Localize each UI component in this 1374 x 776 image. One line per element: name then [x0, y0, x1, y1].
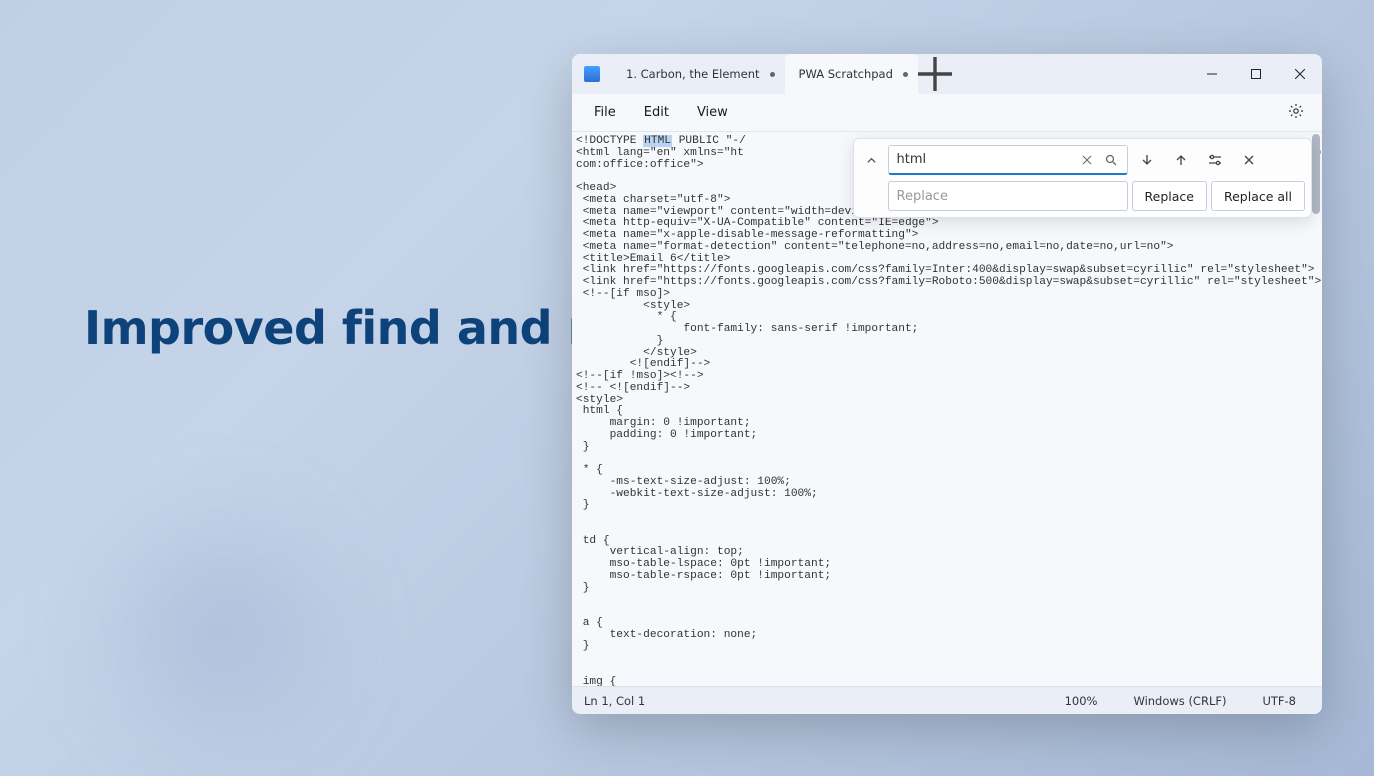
search-value: html: [897, 152, 1075, 167]
close-button[interactable]: [1278, 54, 1322, 94]
toggle-replace-icon[interactable]: [860, 145, 884, 175]
zoom-level[interactable]: 100%: [1047, 694, 1116, 708]
replace-input[interactable]: Replace: [888, 181, 1128, 211]
cursor-position: Ln 1, Col 1: [580, 694, 1047, 708]
maximize-button[interactable]: [1234, 54, 1278, 94]
replace-all-button[interactable]: Replace all: [1211, 181, 1305, 211]
minimize-button[interactable]: [1190, 54, 1234, 94]
tab-label: PWA Scratchpad: [799, 67, 893, 81]
dirty-dot-icon: [770, 72, 775, 77]
notepad-window: 1. Carbon, the Element PWA Scratchpad Fi…: [572, 54, 1322, 714]
find-replace-panel: html Replace Replace Replace all: [853, 138, 1312, 218]
settings-button[interactable]: [1278, 97, 1314, 129]
new-tab-button[interactable]: [918, 60, 952, 88]
search-icon[interactable]: [1099, 148, 1123, 172]
tab-label: 1. Carbon, the Element: [626, 67, 760, 81]
search-input[interactable]: html: [888, 145, 1128, 175]
close-find-button[interactable]: [1234, 145, 1264, 175]
tab-carbon[interactable]: 1. Carbon, the Element: [612, 54, 785, 94]
app-icon: [584, 66, 600, 82]
editor-area[interactable]: <!DOCTYPE HTML PUBLIC "-/ <html lang="en…: [572, 132, 1322, 686]
menu-file[interactable]: File: [580, 99, 630, 126]
line-ending[interactable]: Windows (CRLF): [1115, 694, 1244, 708]
statusbar: Ln 1, Col 1 100% Windows (CRLF) UTF-8: [572, 686, 1322, 714]
replace-placeholder: Replace: [897, 189, 948, 204]
dirty-dot-icon: [903, 72, 908, 77]
options-icon[interactable]: [1200, 145, 1230, 175]
titlebar: 1. Carbon, the Element PWA Scratchpad: [572, 54, 1322, 94]
tab-scratchpad[interactable]: PWA Scratchpad: [785, 54, 918, 94]
search-highlight: HTML: [643, 135, 672, 147]
menubar: File Edit View: [572, 94, 1322, 132]
next-match-button[interactable]: [1132, 145, 1162, 175]
scrollbar-thumb[interactable]: [1312, 134, 1320, 214]
menu-view[interactable]: View: [683, 99, 742, 126]
clear-icon[interactable]: [1075, 148, 1099, 172]
menu-edit[interactable]: Edit: [630, 99, 683, 126]
replace-button[interactable]: Replace: [1132, 181, 1207, 211]
prev-match-button[interactable]: [1166, 145, 1196, 175]
encoding[interactable]: UTF-8: [1244, 694, 1314, 708]
